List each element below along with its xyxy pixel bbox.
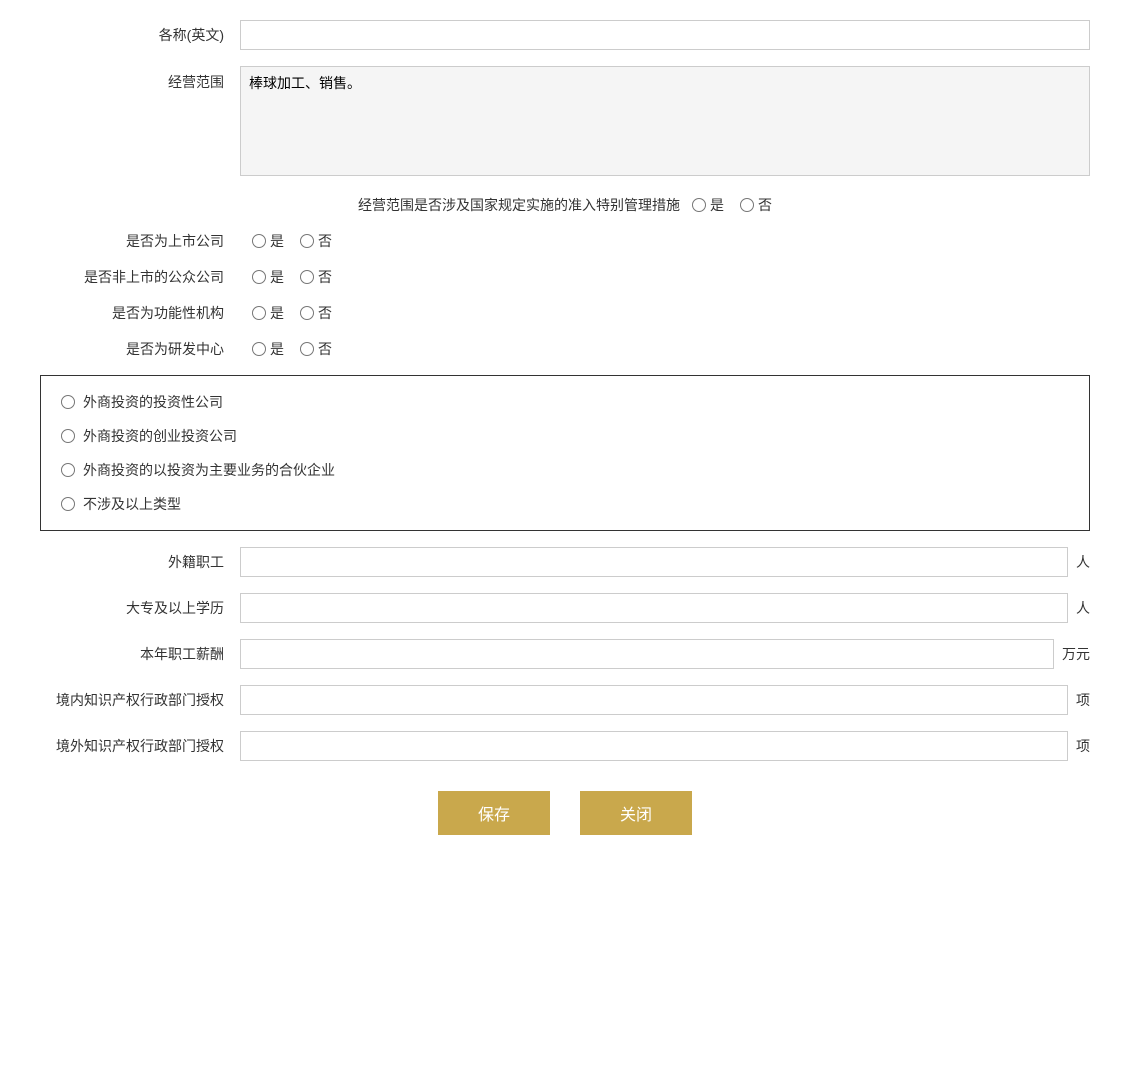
listed-yes[interactable]: 是 [252,231,284,251]
foreign-employees-input[interactable] [240,547,1068,577]
special-management-row: 经营范围是否涉及国家规定实施的准入特别管理措施 是 否 [40,195,1090,215]
non-listed-public-radio-group: 是 否 [240,267,332,287]
foreign-ip-unit: 项 [1076,736,1090,756]
domestic-ip-row: 境内知识产权行政部门授权 项 [40,685,1090,715]
form-container: 各称(英文) 经营范围 棒球加工、销售。 经营范围是否涉及国家规定实施的准入特别… [40,20,1090,835]
special-management-no-label: 否 [758,195,772,215]
special-management-yes-label: 是 [710,195,724,215]
name-en-input[interactable] [240,20,1090,50]
foreign-employees-label: 外籍职工 [40,552,240,572]
rd-no[interactable]: 否 [300,339,332,359]
close-button[interactable]: 关闭 [580,791,692,835]
foreign-employees-row: 外籍职工 人 [40,547,1090,577]
foreign-ip-input[interactable] [240,731,1068,761]
rd-center-radio-group: 是 否 [240,339,332,359]
investment-type-row-2[interactable]: 外商投资的创业投资公司 [61,426,1069,446]
foreign-ip-row: 境外知识产权行政部门授权 项 [40,731,1090,761]
rd-center-label: 是否为研发中心 [40,339,240,359]
college-above-label: 大专及以上学历 [40,598,240,618]
domestic-ip-label: 境内知识产权行政部门授权 [40,690,240,710]
business-scope-label: 经营范围 [40,66,240,92]
investment-type-row-3[interactable]: 外商投资的以投资为主要业务的合伙企业 [61,460,1069,480]
foreign-employees-unit: 人 [1076,552,1090,572]
listed-company-label: 是否为上市公司 [40,231,240,251]
investment-type-radio-3[interactable] [61,463,75,477]
name-en-row: 各称(英文) [40,20,1090,50]
special-management-radio-group: 是 否 [680,195,772,215]
annual-salary-unit: 万元 [1062,644,1090,664]
non-listed-no-label: 否 [318,267,332,287]
button-row: 保存 关闭 [40,791,1090,835]
rd-yes-label: 是 [270,339,284,359]
business-scope-row: 经营范围 棒球加工、销售。 [40,66,1090,179]
name-en-label: 各称(英文) [40,25,240,45]
investment-type-label-4: 不涉及以上类型 [83,494,181,514]
listed-yes-label: 是 [270,231,284,251]
functional-no[interactable]: 否 [300,303,332,323]
business-scope-textarea-wrap: 棒球加工、销售。 [240,66,1090,179]
rd-yes[interactable]: 是 [252,339,284,359]
rd-no-label: 否 [318,339,332,359]
listed-no[interactable]: 否 [300,231,332,251]
college-above-unit: 人 [1076,598,1090,618]
listed-company-row: 是否为上市公司 是 否 [40,231,1090,251]
annual-salary-label: 本年职工薪酬 [40,644,240,664]
listed-no-label: 否 [318,231,332,251]
domestic-ip-unit: 项 [1076,690,1090,710]
business-scope-textarea[interactable]: 棒球加工、销售。 [240,66,1090,176]
rd-center-row: 是否为研发中心 是 否 [40,339,1090,359]
special-management-no[interactable]: 否 [740,195,772,215]
non-listed-public-label: 是否非上市的公众公司 [40,267,240,287]
annual-salary-input[interactable] [240,639,1054,669]
investment-type-label-1: 外商投资的投资性公司 [83,392,223,412]
functional-yes-label: 是 [270,303,284,323]
investment-type-radio-2[interactable] [61,429,75,443]
investment-type-box: 外商投资的投资性公司 外商投资的创业投资公司 外商投资的以投资为主要业务的合伙企… [40,375,1090,531]
investment-type-radio-1[interactable] [61,395,75,409]
domestic-ip-input[interactable] [240,685,1068,715]
non-listed-yes-label: 是 [270,267,284,287]
annual-salary-row: 本年职工薪酬 万元 [40,639,1090,669]
functional-institution-label: 是否为功能性机构 [40,303,240,323]
non-listed-public-row: 是否非上市的公众公司 是 否 [40,267,1090,287]
functional-yes[interactable]: 是 [252,303,284,323]
college-above-row: 大专及以上学历 人 [40,593,1090,623]
save-button[interactable]: 保存 [438,791,550,835]
listed-company-radio-group: 是 否 [240,231,332,251]
special-management-label: 经营范围是否涉及国家规定实施的准入特别管理措施 [358,195,680,215]
investment-type-radio-4[interactable] [61,497,75,511]
special-management-yes[interactable]: 是 [692,195,724,215]
non-listed-yes[interactable]: 是 [252,267,284,287]
functional-institution-row: 是否为功能性机构 是 否 [40,303,1090,323]
investment-type-row-1[interactable]: 外商投资的投资性公司 [61,392,1069,412]
functional-institution-radio-group: 是 否 [240,303,332,323]
foreign-ip-label: 境外知识产权行政部门授权 [40,736,240,756]
investment-type-label-2: 外商投资的创业投资公司 [83,426,237,446]
functional-no-label: 否 [318,303,332,323]
college-above-input[interactable] [240,593,1068,623]
investment-type-row-4[interactable]: 不涉及以上类型 [61,494,1069,514]
investment-type-label-3: 外商投资的以投资为主要业务的合伙企业 [83,460,335,480]
non-listed-no[interactable]: 否 [300,267,332,287]
